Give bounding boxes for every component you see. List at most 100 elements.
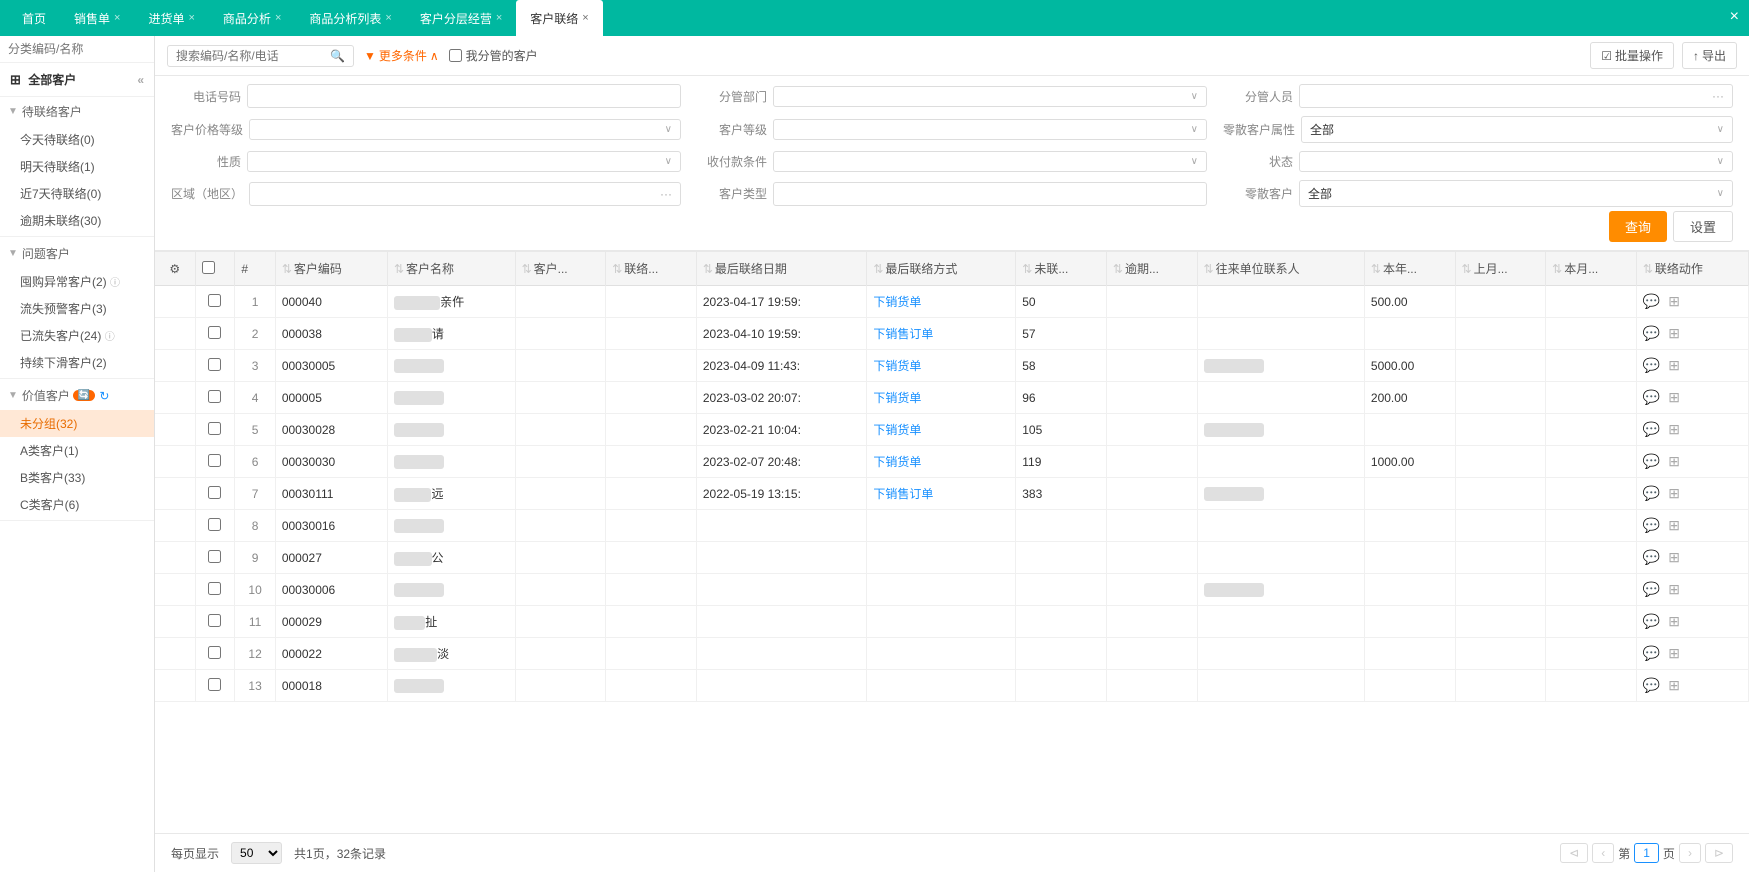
row-select-checkbox[interactable] (208, 390, 221, 403)
row-select-checkbox[interactable] (208, 326, 221, 339)
sidebar-item-囤购异常客户2[interactable]: 囤购异常客户(2) ⓘ (0, 268, 154, 295)
batch-op-button[interactable]: ☑ 批量操作 (1590, 42, 1674, 69)
tab-product-analysis[interactable]: 商品分析× (209, 0, 295, 36)
grid-action-icon[interactable]: ⊞ (1668, 581, 1680, 598)
sidebar-collapse-icon[interactable]: « (137, 73, 144, 87)
filter-select-0-2[interactable]: ··· (1299, 84, 1733, 108)
grid-action-icon[interactable]: ⊞ (1668, 645, 1680, 662)
select-all-checkbox[interactable] (202, 261, 215, 274)
grid-action-icon[interactable]: ⊞ (1668, 517, 1680, 534)
grid-action-icon[interactable]: ⊞ (1668, 549, 1680, 566)
tab-close-sales[interactable]: × (114, 12, 120, 24)
chat-action-icon[interactable]: 💬 (1643, 613, 1660, 630)
next-page-button[interactable]: › (1679, 843, 1701, 863)
filter-input-0-0[interactable] (247, 84, 681, 108)
tab-purchase[interactable]: 进货单× (134, 0, 208, 36)
chat-action-icon[interactable]: 💬 (1643, 325, 1660, 342)
tab-close-customer-tier[interactable]: × (496, 12, 502, 24)
contact-method-link[interactable]: 下销售订单 (873, 487, 933, 501)
grid-action-icon[interactable]: ⊞ (1668, 421, 1680, 438)
filter-search-icon[interactable]: 🔍 (330, 49, 345, 63)
tab-close-purchase[interactable]: × (188, 12, 194, 24)
refresh-icon[interactable]: ↻ (99, 389, 109, 403)
row-last-contact-method[interactable]: 下销货单 (867, 382, 1016, 414)
grid-action-icon[interactable]: ⊞ (1668, 389, 1680, 406)
row-select-checkbox[interactable] (208, 422, 221, 435)
sidebar-item-B类客户33[interactable]: B类客户(33) (0, 464, 154, 491)
window-close-button[interactable]: × (1730, 8, 1739, 26)
chat-action-icon[interactable]: 💬 (1643, 581, 1660, 598)
contact-method-link[interactable]: 下销货单 (873, 423, 921, 437)
chat-action-icon[interactable]: 💬 (1643, 453, 1660, 470)
grid-action-icon[interactable]: ⊞ (1668, 357, 1680, 374)
row-last-contact-method[interactable]: 下销货单 (867, 286, 1016, 318)
filter-search-input[interactable] (176, 49, 326, 63)
first-page-button[interactable]: ⊲ (1560, 843, 1588, 863)
filter-select-1-1[interactable]: ∨ (773, 119, 1207, 140)
contact-method-link[interactable]: 下销货单 (873, 359, 921, 373)
row-last-contact-method[interactable] (867, 670, 1016, 702)
sidebar-item-C类客户6[interactable]: C类客户(6) (0, 491, 154, 518)
prev-page-button[interactable]: ‹ (1592, 843, 1614, 863)
row-last-contact-method[interactable] (867, 606, 1016, 638)
grid-action-icon[interactable]: ⊞ (1668, 453, 1680, 470)
sidebar-item-逾期未联络30[interactable]: 逾期未联络(30) (0, 207, 154, 234)
filter-select-2-1[interactable]: ∨ (773, 151, 1207, 172)
query-button[interactable]: 查询 (1609, 211, 1667, 242)
sidebar-section-header-value[interactable]: ▼价值客户🔄↻ (0, 381, 154, 410)
row-select-checkbox[interactable] (208, 358, 221, 371)
contact-method-link[interactable]: 下销货单 (873, 455, 921, 469)
filter-select-2-0[interactable]: ∨ (247, 151, 681, 172)
filter-select-2-2[interactable]: ∨ (1299, 151, 1733, 172)
sidebar-search-input[interactable] (8, 42, 155, 56)
filter-select-1-2[interactable]: 全部∨ (1301, 116, 1733, 143)
grid-action-icon[interactable]: ⊞ (1668, 485, 1680, 502)
row-select-checkbox[interactable] (208, 486, 221, 499)
chat-action-icon[interactable]: 💬 (1643, 549, 1660, 566)
row-last-contact-method[interactable]: 下销售订单 (867, 318, 1016, 350)
filter-select-3-0[interactable]: ··· (249, 182, 681, 206)
chat-action-icon[interactable]: 💬 (1643, 357, 1660, 374)
grid-action-icon[interactable]: ⊞ (1668, 677, 1680, 694)
sidebar-item-未分组32[interactable]: 未分组(32) (0, 410, 154, 437)
sidebar-all-customers[interactable]: ⊞ 全部客户 « (0, 63, 154, 97)
last-page-button[interactable]: ⊳ (1705, 843, 1733, 863)
row-last-contact-method[interactable]: 下销售订单 (867, 478, 1016, 510)
tab-customer-contact[interactable]: 客户联络× (516, 0, 602, 36)
filter-input-3-1[interactable] (773, 182, 1207, 206)
tab-home[interactable]: 首页 (8, 0, 60, 36)
chat-action-icon[interactable]: 💬 (1643, 421, 1660, 438)
col-header-name[interactable]: ⇅客户名称 (387, 252, 515, 286)
tab-close-customer-contact[interactable]: × (582, 12, 588, 24)
row-last-contact-method[interactable] (867, 574, 1016, 606)
row-select-checkbox[interactable] (208, 678, 221, 691)
filter-select-1-0[interactable]: ∨ (249, 119, 681, 140)
tab-close-product-analysis[interactable]: × (275, 12, 281, 24)
sidebar-section-header-pending[interactable]: ▼待联络客户 (0, 97, 154, 126)
contact-method-link[interactable]: 下销售订单 (873, 327, 933, 341)
tab-sales[interactable]: 销售单× (60, 0, 134, 36)
grid-action-icon[interactable]: ⊞ (1668, 325, 1680, 342)
row-last-contact-method[interactable]: 下销货单 (867, 414, 1016, 446)
chat-action-icon[interactable]: 💬 (1643, 677, 1660, 694)
per-page-select[interactable]: 50 100 200 (231, 842, 282, 864)
row-select-checkbox[interactable] (208, 614, 221, 627)
export-button[interactable]: ↑ 导出 (1682, 42, 1737, 69)
reset-button[interactable]: 设置 (1673, 211, 1733, 242)
grid-action-icon[interactable]: ⊞ (1668, 613, 1680, 630)
sidebar-item-已流失客户24[interactable]: 已流失客户(24) ⓘ (0, 322, 154, 349)
sidebar-section-header-problem[interactable]: ▼问题客户 (0, 239, 154, 268)
row-last-contact-method[interactable] (867, 638, 1016, 670)
tab-product-list[interactable]: 商品分析列表× (295, 0, 405, 36)
my-customers-checkbox[interactable]: 我分管的客户 (449, 47, 538, 64)
row-select-checkbox[interactable] (208, 294, 221, 307)
filter-select-3-2[interactable]: 全部∨ (1299, 180, 1733, 207)
col-header-code[interactable]: ⇅客户编码 (275, 252, 387, 286)
row-last-contact-method[interactable]: 下销货单 (867, 350, 1016, 382)
tab-close-product-list[interactable]: × (385, 12, 391, 24)
row-last-contact-method[interactable] (867, 510, 1016, 542)
sidebar-item-持续下滑客户2[interactable]: 持续下滑客户(2) (0, 349, 154, 376)
sidebar-item-今天待联络0[interactable]: 今天待联络(0) (0, 126, 154, 153)
chat-action-icon[interactable]: 💬 (1643, 645, 1660, 662)
row-last-contact-method[interactable]: 下销货单 (867, 446, 1016, 478)
